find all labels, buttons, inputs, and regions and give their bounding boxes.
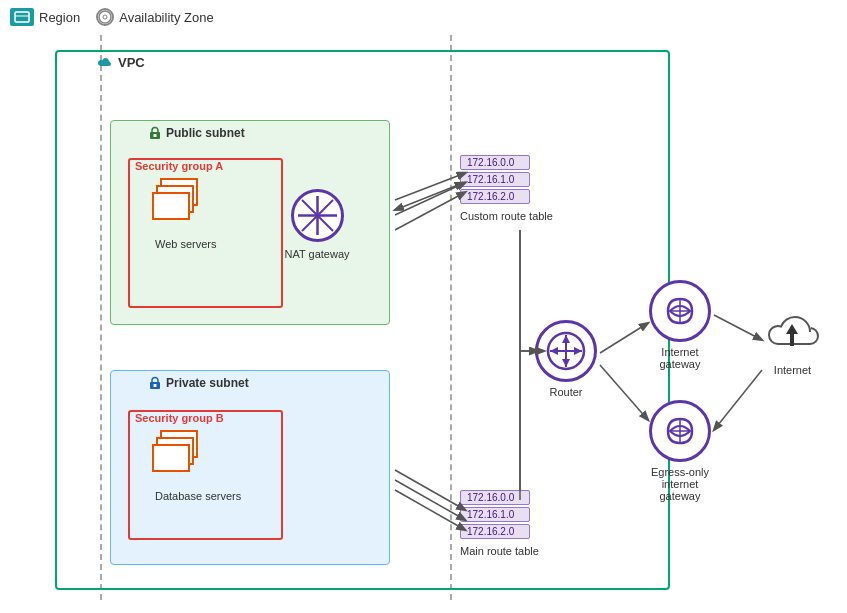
security-group-a-label: Security group A — [135, 160, 223, 172]
svg-line-33 — [714, 370, 762, 430]
private-subnet-label: Private subnet — [148, 376, 249, 390]
db-server-rect-3 — [152, 444, 190, 472]
db-servers-label: Database servers — [155, 490, 241, 502]
main-route-table: 172.16.0.0 172.16.1.0 172.16.2.0 Main ro… — [460, 490, 539, 557]
main-route-entry-3: 172.16.2.0 — [460, 524, 530, 539]
internet-cloud-icon — [760, 310, 825, 360]
web-servers-label: Web servers — [155, 238, 217, 250]
web-server-stack — [150, 178, 200, 228]
custom-route-entry-1: 172.16.0.0 — [460, 155, 530, 170]
svg-rect-5 — [154, 134, 157, 137]
public-subnet-label: Public subnet — [148, 126, 245, 140]
internet-gateway-circle — [649, 280, 711, 342]
svg-rect-7 — [154, 384, 157, 387]
router-container: Router — [535, 320, 597, 398]
nat-gateway-icon — [290, 188, 345, 243]
db-server-stack — [150, 430, 200, 480]
vpc-label: VPC — [95, 55, 145, 70]
region-label: Region — [39, 10, 80, 25]
legend-az: Availability Zone — [96, 8, 213, 26]
main-route-table-label: Main route table — [460, 545, 539, 557]
egress-gateway-container: Egress-only internet gateway — [645, 400, 715, 502]
internet-label: Internet — [763, 364, 823, 376]
main-route-entry-2: 172.16.1.0 — [460, 507, 530, 522]
legend-bar: Region Availability Zone — [10, 8, 214, 26]
custom-route-entry-2: 172.16.1.0 — [460, 172, 530, 187]
region-icon — [10, 8, 34, 26]
az-label: Availability Zone — [119, 10, 213, 25]
server-rect-3 — [152, 192, 190, 220]
nat-gateway-label: NAT gateway — [282, 248, 352, 260]
internet-container: Internet — [760, 310, 825, 376]
svg-point-3 — [103, 15, 107, 19]
svg-rect-25 — [790, 334, 794, 346]
vpc-cloud-icon — [95, 56, 113, 70]
svg-line-32 — [714, 315, 762, 340]
diagram-container: Region Availability Zone VPC Publ — [0, 0, 847, 613]
svg-marker-24 — [786, 324, 798, 334]
security-group-b-label: Security group B — [135, 412, 224, 424]
db-servers-icon — [150, 430, 200, 480]
main-route-entry-1: 172.16.0.0 — [460, 490, 530, 505]
egress-gateway-label: Egress-only internet gateway — [645, 466, 715, 502]
svg-rect-0 — [15, 12, 29, 22]
web-servers-icon — [150, 178, 200, 228]
egress-gateway-circle — [649, 400, 711, 462]
internet-gateway-container: Internet gateway — [645, 280, 715, 370]
public-lock-icon — [148, 126, 162, 140]
legend-region: Region — [10, 8, 80, 26]
internet-gateway-label: Internet gateway — [645, 346, 715, 370]
router-circle — [535, 320, 597, 382]
custom-route-table-label: Custom route table — [460, 210, 553, 222]
custom-route-table: 172.16.0.0 172.16.1.0 172.16.2.0 Custom … — [460, 155, 553, 222]
router-label: Router — [549, 386, 582, 398]
az-icon — [96, 8, 114, 26]
svg-point-2 — [99, 11, 111, 23]
custom-route-entry-3: 172.16.2.0 — [460, 189, 530, 204]
private-lock-icon — [148, 376, 162, 390]
